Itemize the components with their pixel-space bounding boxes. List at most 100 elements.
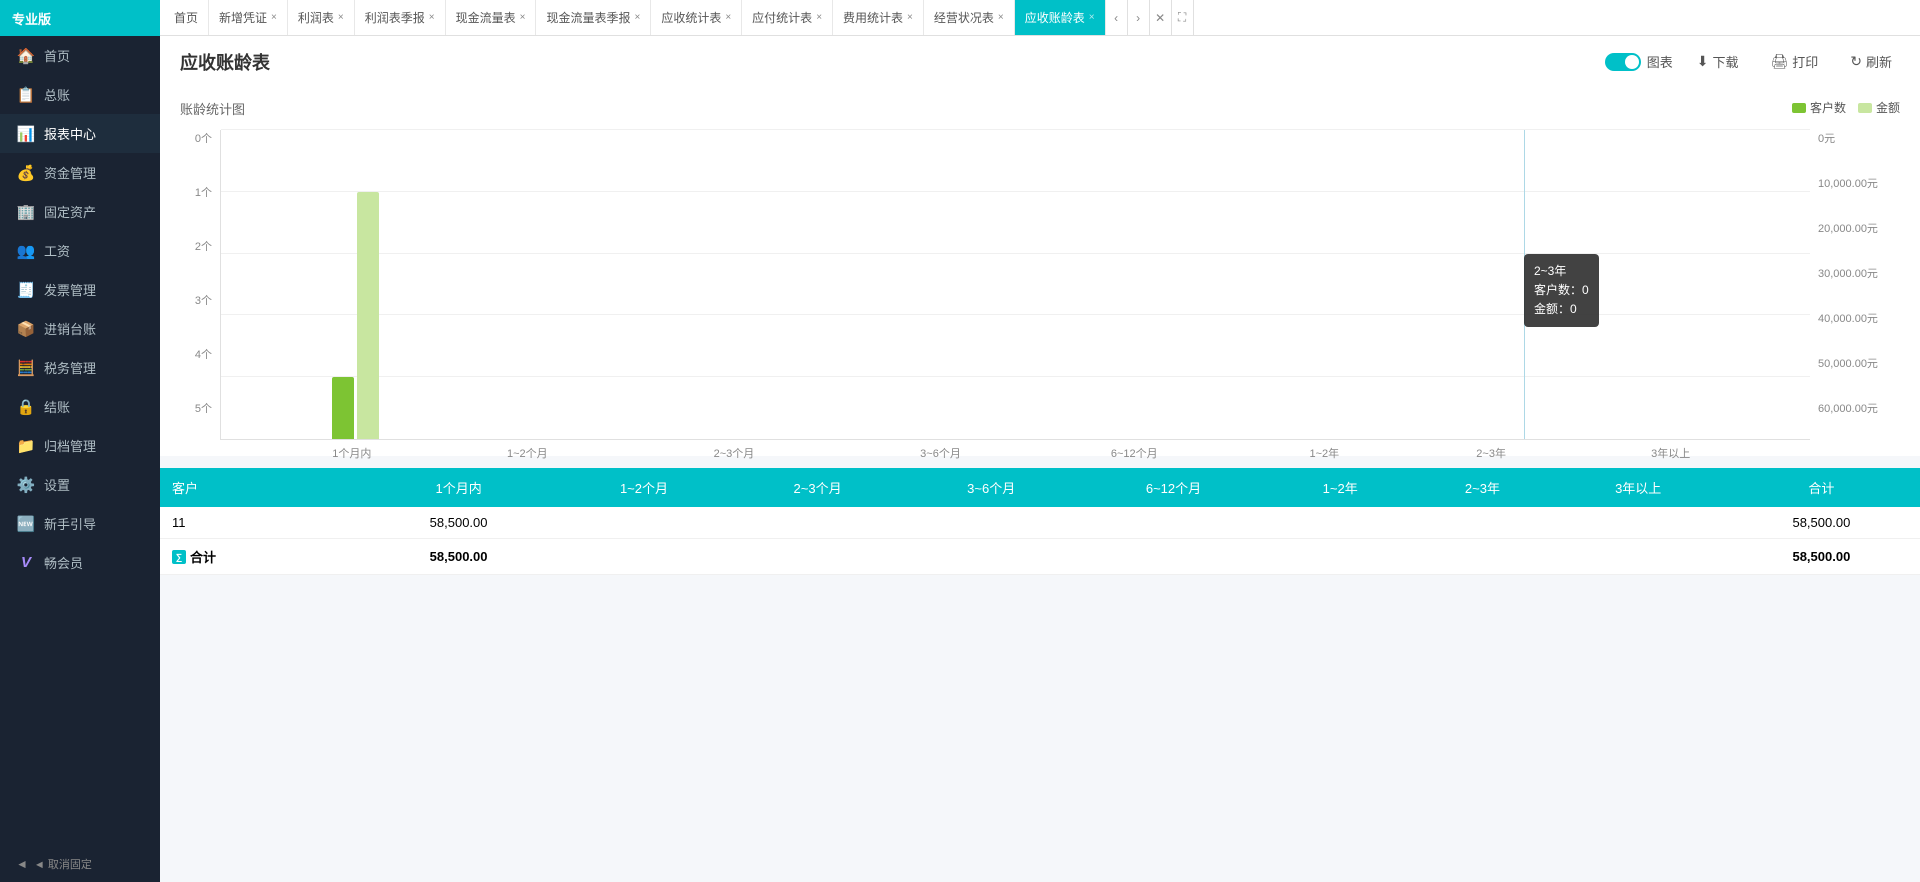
tooltip-amount-label: 金额： [1534, 302, 1570, 316]
chart-section: 账龄统计图 客户数 金额 5个 4个 3个 2个 [160, 83, 1920, 456]
refresh-btn[interactable]: ↻ 刷新 [1842, 48, 1900, 75]
tab-expense-label: 费用统计表 [843, 9, 903, 26]
sidebar-collapse-btn[interactable]: ◄ ◄ 取消固定 [0, 846, 160, 882]
bar-amount-1 [357, 192, 379, 439]
table-header-row: 客户 1个月内 1~2个月 2~3个月 3~6个月 6~12个月 1~2年 2~… [160, 468, 1920, 507]
cell-total: 58,500.00 [1723, 507, 1920, 539]
tab-biz[interactable]: 经营状况表 × [924, 0, 1015, 35]
print-icon: 🖨 [1770, 53, 1788, 70]
y-right-30k: 30,000.00元 [1818, 265, 1878, 281]
guide-icon: 🆕 [16, 515, 36, 533]
col-month23: 2~3个月 [731, 468, 905, 507]
tab-next-btn[interactable]: › [1128, 0, 1150, 35]
sidebar-item-label: 总账 [44, 85, 70, 104]
table-section: 客户 1个月内 1~2个月 2~3个月 3~6个月 6~12个月 1~2年 2~… [160, 468, 1920, 575]
sidebar-item-label: 工资 [44, 241, 70, 260]
main-area: 首页 新增凭证 × 利润表 × 利润表季报 × 现金流量表 × 现金流量表季报 … [160, 0, 1920, 882]
sidebar-item-payroll[interactable]: 👥 工资 [0, 231, 160, 270]
tab-ar-aging-close[interactable]: × [1089, 12, 1095, 23]
cell-month12 [557, 507, 731, 539]
page-title: 应收账龄表 [180, 49, 270, 75]
refresh-label: 刷新 [1866, 52, 1892, 71]
tab-ar-stat[interactable]: 应收统计表 × [651, 0, 742, 35]
tab-ar-stat-close[interactable]: × [725, 12, 731, 23]
sidebar-item-member[interactable]: V 畅会员 [0, 543, 160, 582]
tab-ar-aging-label: 应收账龄表 [1025, 9, 1085, 26]
sidebar-item-settings[interactable]: ⚙️ 设置 [0, 465, 160, 504]
total-year23 [1411, 539, 1553, 575]
col-month1: 1个月内 [360, 468, 557, 507]
tab-prev-btn[interactable]: ‹ [1106, 0, 1128, 35]
sidebar-item-guide[interactable]: 🆕 新手引导 [0, 504, 160, 543]
total-total: 58,500.00 [1723, 539, 1920, 575]
sidebar-item-funds[interactable]: 💰 资金管理 [0, 153, 160, 192]
tab-home[interactable]: 首页 [164, 0, 209, 35]
tab-ap-stat[interactable]: 应付统计表 × [742, 0, 833, 35]
sidebar-item-ledger[interactable]: 📋 总账 [0, 75, 160, 114]
sidebar-item-label: 资金管理 [44, 163, 96, 182]
y-left-3: 3个 [195, 292, 212, 308]
col-month612: 6~12个月 [1078, 468, 1269, 507]
sidebar-item-invoice[interactable]: 🧾 发票管理 [0, 270, 160, 309]
tab-voucher-close[interactable]: × [271, 12, 277, 23]
x-label-8: 3年以上 [1651, 445, 1690, 461]
sidebar-item-assets[interactable]: 🏢 固定资产 [0, 192, 160, 231]
tab-close-btn[interactable]: ✕ [1150, 0, 1172, 35]
bar-group-1: 1个月内 [332, 130, 379, 439]
tab-profit-q[interactable]: 利润表季报 × [355, 0, 446, 35]
tab-ar-aging[interactable]: 应收账龄表 × [1015, 0, 1106, 35]
cell-year12 [1269, 507, 1411, 539]
chart-toggle[interactable] [1605, 53, 1641, 71]
tab-expense[interactable]: 费用统计表 × [833, 0, 924, 35]
y-left-5: 5个 [195, 400, 212, 416]
tab-profit-label: 利润表 [298, 9, 334, 26]
tab-cashflow[interactable]: 现金流量表 × [446, 0, 537, 35]
tooltip-customer-value: 0 [1582, 283, 1589, 297]
total-month1: 58,500.00 [360, 539, 557, 575]
archive-icon: 📁 [16, 437, 36, 455]
sidebar-item-label: 结账 [44, 397, 70, 416]
tab-profit-q-label: 利润表季报 [365, 9, 425, 26]
tab-biz-close[interactable]: × [998, 12, 1004, 23]
sidebar-item-label: 固定资产 [44, 202, 96, 221]
sidebar-item-close[interactable]: 🔒 结账 [0, 387, 160, 426]
table-total-row: ∑ 合计 58,500.00 58,500.00 [160, 539, 1920, 575]
tab-profit[interactable]: 利润表 × [288, 0, 355, 35]
sidebar-item-reports[interactable]: 📊 报表中心 [0, 114, 160, 153]
x-label-2: 1~2个月 [507, 445, 548, 461]
y-axis-right: 60,000.00元 50,000.00元 40,000.00元 30,000.… [1810, 130, 1900, 440]
sidebar-item-sales[interactable]: 📦 进销台账 [0, 309, 160, 348]
col-total: 合计 [1723, 468, 1920, 507]
gear-icon: ⚙️ [16, 476, 36, 494]
refresh-icon: ↻ [1850, 53, 1862, 70]
print-btn[interactable]: 🖨 打印 [1762, 48, 1826, 75]
sidebar-item-tax[interactable]: 🧮 税务管理 [0, 348, 160, 387]
total-month612 [1078, 539, 1269, 575]
y-left-1: 1个 [195, 184, 212, 200]
tab-voucher[interactable]: 新增凭证 × [209, 0, 288, 35]
tab-profit-q-close[interactable]: × [429, 12, 435, 23]
tab-expense-close[interactable]: × [907, 12, 913, 23]
sidebar-item-label: 税务管理 [44, 358, 96, 377]
tab-profit-close[interactable]: × [338, 12, 344, 23]
payroll-icon: 👥 [16, 242, 36, 260]
tab-ap-stat-close[interactable]: × [816, 12, 822, 23]
tab-cashflow-q-close[interactable]: × [634, 12, 640, 23]
bar-customer-1 [332, 377, 354, 439]
total-icon: ∑ [172, 550, 186, 564]
y-axis-left: 5个 4个 3个 2个 1个 0个 [180, 130, 220, 440]
sidebar-item-home[interactable]: 🏠 首页 [0, 36, 160, 75]
tab-cashflow-close[interactable]: × [520, 12, 526, 23]
tab-ar-stat-label: 应收统计表 [661, 9, 721, 26]
legend-amount-label: 金额 [1876, 99, 1900, 116]
tab-expand-btn[interactable]: ⛶ [1172, 0, 1194, 35]
chart-legend: 客户数 金额 [1792, 99, 1900, 116]
reports-icon: 📊 [16, 125, 36, 143]
download-btn[interactable]: ⬇ 下载 [1689, 48, 1747, 75]
chart-toggle-group: 图表 [1605, 52, 1673, 71]
x-label-7: 2~3年 [1476, 445, 1506, 461]
tab-cashflow-q[interactable]: 现金流量表季报 × [536, 0, 651, 35]
col-month36: 3~6个月 [904, 468, 1078, 507]
sidebar-item-label: 设置 [44, 475, 70, 494]
sidebar-item-archive[interactable]: 📁 归档管理 [0, 426, 160, 465]
